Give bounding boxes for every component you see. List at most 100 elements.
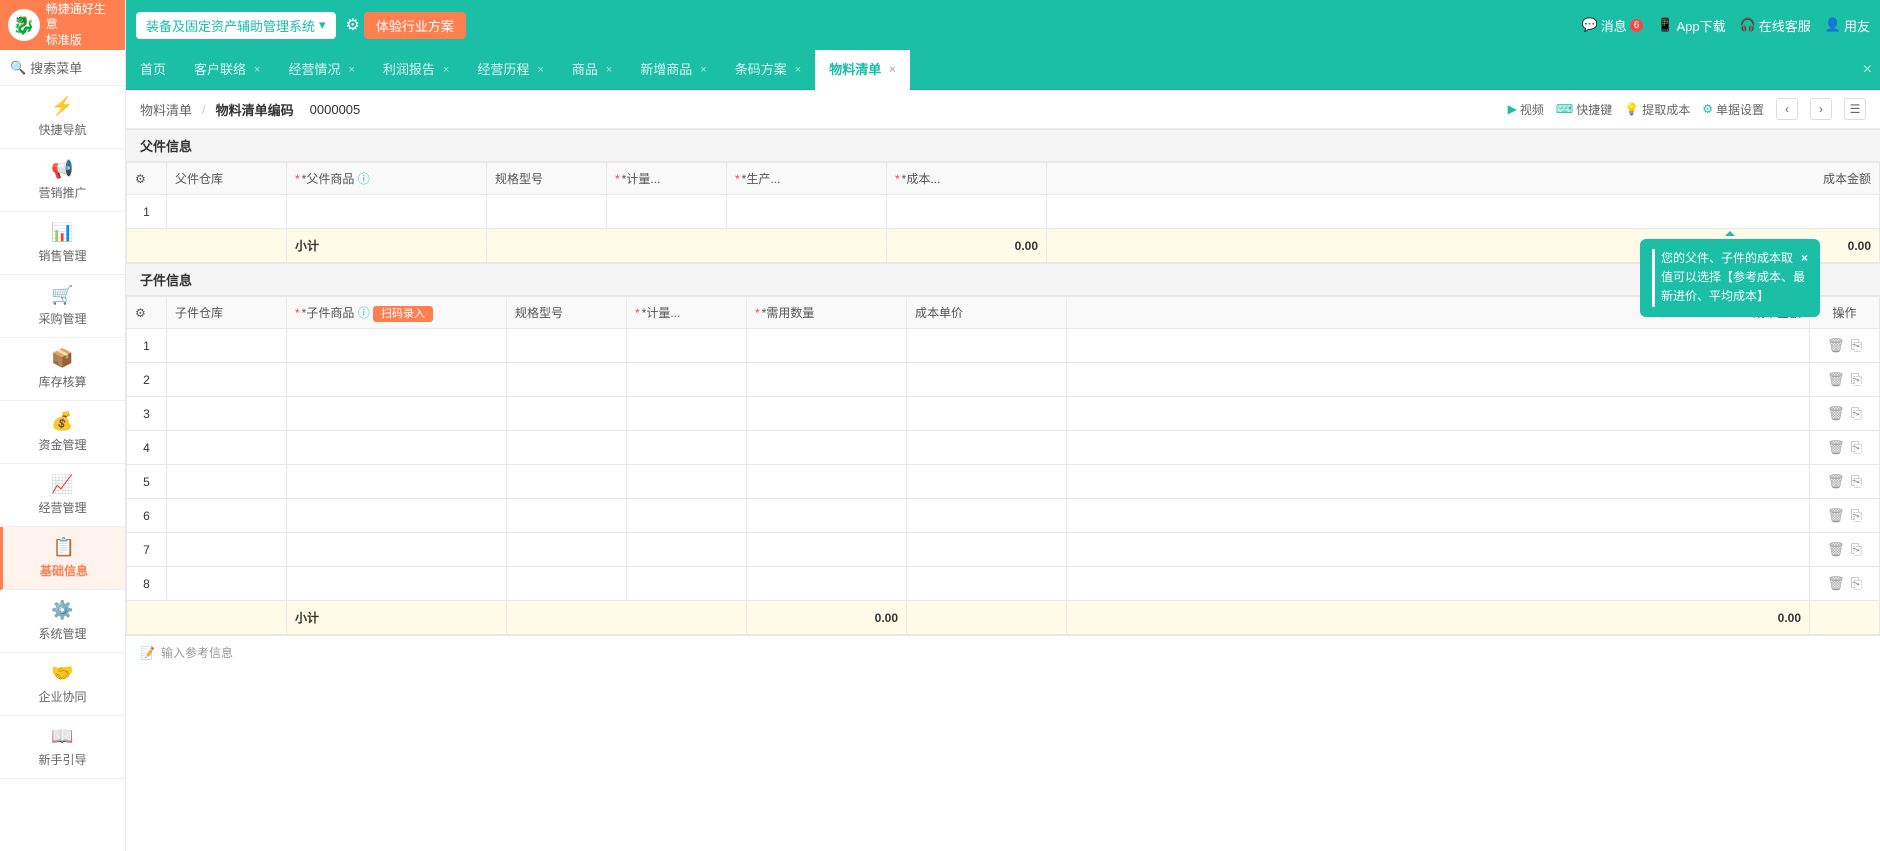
child-col-gear[interactable]: ⚙ xyxy=(127,297,167,329)
sidebar-item-finance[interactable]: 💰 资金管理 xyxy=(0,401,125,464)
child-row-5-warehouse[interactable] xyxy=(167,465,287,499)
child-row-2-amount[interactable] xyxy=(1067,363,1810,397)
sidebar-item-operations[interactable]: 📈 经营管理 xyxy=(0,464,125,527)
parent-row-1-goods[interactable] xyxy=(287,195,487,229)
child-row-2-warehouse[interactable] xyxy=(167,363,287,397)
sidebar-item-sales[interactable]: 📊 销售管理 xyxy=(0,212,125,275)
child-row-8-delete-btn[interactable]: 🗑 xyxy=(1827,575,1845,592)
child-row-8-warehouse[interactable] xyxy=(167,567,287,601)
sidebar-item-inventory[interactable]: 📦 库存核算 xyxy=(0,338,125,401)
child-row-1-unit[interactable] xyxy=(627,329,747,363)
child-row-1-warehouse[interactable] xyxy=(167,329,287,363)
child-row-8-qty[interactable] xyxy=(747,567,907,601)
child-row-5-unit[interactable] xyxy=(627,465,747,499)
child-row-7-delete-btn[interactable]: 🗑 xyxy=(1827,541,1845,558)
sidebar-item-marketing[interactable]: 📢 营销推广 xyxy=(0,149,125,212)
child-row-3-amount[interactable] xyxy=(1067,397,1810,431)
child-row-1-spec[interactable] xyxy=(507,329,627,363)
child-row-8-goods[interactable] xyxy=(287,567,507,601)
child-row-5-goods[interactable] xyxy=(287,465,507,499)
tab-barcode-close[interactable]: × xyxy=(795,50,801,90)
child-row-7-amount[interactable] xyxy=(1067,533,1810,567)
child-row-1-goods[interactable] xyxy=(287,329,507,363)
child-row-1-copy-btn[interactable]: ⎘ xyxy=(1851,337,1862,354)
tab-home[interactable]: 首页 xyxy=(126,50,180,90)
tab-goods-close[interactable]: × xyxy=(606,50,612,90)
sidebar-search[interactable]: 🔍 搜索菜单 xyxy=(0,50,125,86)
settings-action[interactable]: ⚙ 单据设置 xyxy=(1702,101,1764,118)
child-row-5-unit-cost[interactable] xyxy=(907,465,1067,499)
parent-col-gear[interactable]: ⚙ xyxy=(127,163,167,195)
nav-close-all[interactable]: × xyxy=(1863,61,1872,79)
tab-operations[interactable]: 经营情况 × xyxy=(274,50,368,90)
child-row-6-qty[interactable] xyxy=(747,499,907,533)
child-row-1-amount[interactable] xyxy=(1067,329,1810,363)
tab-profit[interactable]: 利润报告 × xyxy=(369,50,463,90)
app-download-btn[interactable]: 📱 App下载 xyxy=(1657,16,1725,35)
sidebar-item-guide[interactable]: 📖 新手引导 xyxy=(0,716,125,779)
child-row-4-warehouse[interactable] xyxy=(167,431,287,465)
child-row-3-delete-btn[interactable]: 🗑 xyxy=(1827,405,1845,422)
child-row-8-spec[interactable] xyxy=(507,567,627,601)
tab-bom[interactable]: 物料清单 × xyxy=(815,50,909,90)
child-row-3-unit-cost[interactable] xyxy=(907,397,1067,431)
child-row-8-amount[interactable] xyxy=(1067,567,1810,601)
child-row-7-spec[interactable] xyxy=(507,533,627,567)
child-row-4-qty[interactable] xyxy=(747,431,907,465)
child-row-5-qty[interactable] xyxy=(747,465,907,499)
child-row-4-spec[interactable] xyxy=(507,431,627,465)
child-row-4-goods[interactable] xyxy=(287,431,507,465)
child-row-6-copy-btn[interactable]: ⎘ xyxy=(1851,507,1862,524)
child-row-6-warehouse[interactable] xyxy=(167,499,287,533)
child-row-4-copy-btn[interactable]: ⎘ xyxy=(1851,439,1862,456)
child-row-6-goods[interactable] xyxy=(287,499,507,533)
child-row-4-unit[interactable] xyxy=(627,431,747,465)
tab-new-goods-close[interactable]: × xyxy=(700,50,706,90)
user-btn[interactable]: 👤 用友 xyxy=(1825,16,1870,35)
child-row-5-amount[interactable] xyxy=(1067,465,1810,499)
child-row-2-spec[interactable] xyxy=(507,363,627,397)
child-row-4-amount[interactable] xyxy=(1067,431,1810,465)
child-row-2-qty[interactable] xyxy=(747,363,907,397)
child-row-1-unit-cost[interactable] xyxy=(907,329,1067,363)
parent-row-1-amount[interactable] xyxy=(1047,195,1880,229)
child-row-3-qty[interactable] xyxy=(747,397,907,431)
child-row-4-delete-btn[interactable]: 🗑 xyxy=(1827,439,1845,456)
prev-page-btn[interactable]: ‹ xyxy=(1776,98,1798,120)
child-row-7-goods[interactable] xyxy=(287,533,507,567)
breadcrumb-item1[interactable]: 物料清单 xyxy=(140,100,192,119)
child-row-8-unit-cost[interactable] xyxy=(907,567,1067,601)
child-row-1-delete-btn[interactable]: 🗑 xyxy=(1827,337,1845,354)
child-row-3-unit[interactable] xyxy=(627,397,747,431)
child-row-2-unit-cost[interactable] xyxy=(907,363,1067,397)
tab-history[interactable]: 经营历程 × xyxy=(463,50,557,90)
cost-action[interactable]: 💡 提取成本 xyxy=(1624,101,1690,118)
system-selector[interactable]: 装备及固定资产辅助管理系统 ▾ xyxy=(136,12,336,39)
child-row-5-delete-btn[interactable]: 🗑 xyxy=(1827,473,1845,490)
child-row-7-unit[interactable] xyxy=(627,533,747,567)
child-row-7-warehouse[interactable] xyxy=(167,533,287,567)
tab-customer-close[interactable]: × xyxy=(254,50,260,90)
parent-row-1-unit[interactable] xyxy=(607,195,727,229)
child-row-2-unit[interactable] xyxy=(627,363,747,397)
tab-history-close[interactable]: × xyxy=(537,50,543,90)
child-row-5-copy-btn[interactable]: ⎘ xyxy=(1851,473,1862,490)
sidebar-item-quick-nav[interactable]: ⚡ 快捷导航 xyxy=(0,86,125,149)
child-row-1-qty[interactable] xyxy=(747,329,907,363)
child-row-7-copy-btn[interactable]: ⎘ xyxy=(1851,541,1862,558)
child-row-8-copy-btn[interactable]: ⎘ xyxy=(1851,575,1862,592)
tab-bom-close[interactable]: × xyxy=(889,50,895,90)
sidebar-item-base-info[interactable]: 📋 基础信息 xyxy=(0,527,125,590)
tab-profit-close[interactable]: × xyxy=(443,50,449,90)
parent-row-1-warehouse[interactable] xyxy=(167,195,287,229)
child-row-7-qty[interactable] xyxy=(747,533,907,567)
child-row-5-spec[interactable] xyxy=(507,465,627,499)
child-row-6-unit-cost[interactable] xyxy=(907,499,1067,533)
tooltip-close-btn[interactable]: × xyxy=(1801,249,1808,268)
next-page-btn[interactable]: › xyxy=(1810,98,1832,120)
child-row-3-warehouse[interactable] xyxy=(167,397,287,431)
child-row-6-amount[interactable] xyxy=(1067,499,1810,533)
parent-row-1-prod[interactable] xyxy=(727,195,887,229)
scan-btn[interactable]: 扫码录入 xyxy=(373,306,433,322)
child-row-3-goods[interactable] xyxy=(287,397,507,431)
